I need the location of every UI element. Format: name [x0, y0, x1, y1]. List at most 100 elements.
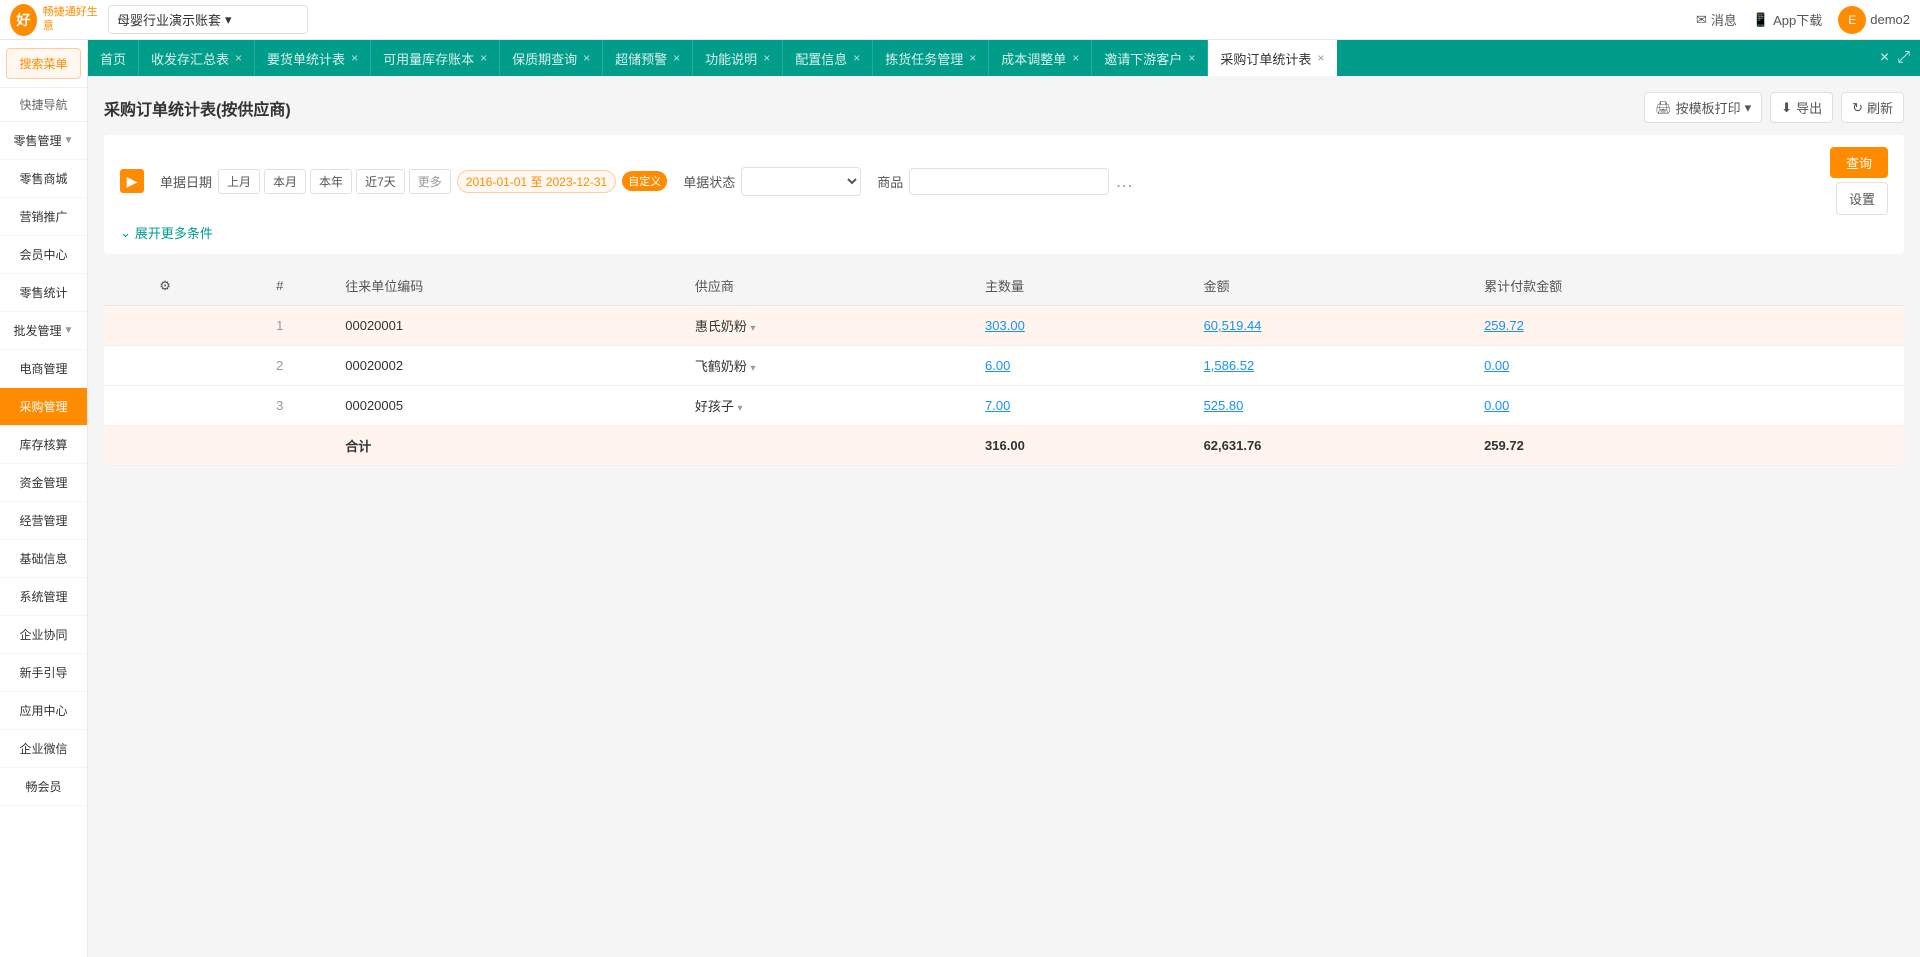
expand-conditions-button[interactable]: ⌄ 展开更多条件	[120, 223, 1888, 242]
sidebar-item-label: 新手引导	[19, 664, 67, 681]
status-select[interactable]	[741, 167, 861, 196]
tab-close-icon[interactable]: ×	[583, 51, 590, 65]
quick-nav-button[interactable]: 快捷导航	[0, 88, 87, 122]
tab-caigoudingdan[interactable]: 采购订单统计表 ×	[1208, 40, 1337, 76]
filter-section: ▶ 单据日期 上月 本月 本年 近7天 更多 2016-01-	[104, 135, 1904, 254]
tab-label: 首页	[100, 49, 126, 68]
goods-input[interactable]	[909, 168, 1109, 195]
sidebar-item-marketing[interactable]: 营销推广	[0, 198, 87, 236]
sidebar-item-system[interactable]: 系统管理	[0, 578, 87, 616]
sidebar-item-stock[interactable]: 库存核算	[0, 426, 87, 464]
tab-close-icon[interactable]: ×	[969, 51, 976, 65]
row-settings-cell	[104, 346, 226, 386]
row-qty-cell[interactable]: 6.00	[973, 346, 1192, 386]
tab-close-icon[interactable]: ×	[763, 51, 770, 65]
summary-paid-cell: 259.72	[1472, 426, 1822, 466]
content-area: 采购订单统计表(按供应商) 🖨 按模板打印 ▾ ⬇ 导出 ↻	[88, 76, 1920, 957]
sidebar-item-wholesale[interactable]: 批发管理 ▼	[0, 312, 87, 350]
tab-close-icon[interactable]: ×	[480, 51, 487, 65]
tab-expand-icon[interactable]: ⤢	[1895, 47, 1912, 69]
col-settings-header[interactable]: ⚙	[104, 266, 226, 306]
tab-peizhi[interactable]: 配置信息 ×	[783, 40, 873, 76]
sidebar-item-label: 零售商城	[19, 170, 67, 187]
tab-close-icon[interactable]: ×	[351, 51, 358, 65]
search-menu-button[interactable]: 搜索菜单	[6, 48, 81, 79]
sidebar-item-retail-shop[interactable]: 零售商城	[0, 160, 87, 198]
date-more-button[interactable]: 更多	[409, 169, 451, 194]
sidebar-item-purchase[interactable]: 采购管理	[0, 388, 87, 426]
tab-baoyuanxuncha[interactable]: 保质期查询 ×	[500, 40, 603, 76]
sidebar-item-retail[interactable]: 零售管理 ▼	[0, 122, 87, 160]
summary-amount-cell: 62,631.76	[1192, 426, 1473, 466]
summary-qty-cell: 316.00	[973, 426, 1192, 466]
supplier-expand-icon[interactable]: ▾	[738, 403, 743, 414]
filter-toggle-button[interactable]: ▶	[120, 169, 144, 193]
sidebar-item-label: 批发管理	[14, 322, 62, 339]
sidebar-item-retail-stat[interactable]: 零售统计	[0, 274, 87, 312]
sidebar-item-ops[interactable]: 经营管理	[0, 502, 87, 540]
sidebar-item-ecom[interactable]: 电商管理	[0, 350, 87, 388]
main-layout: 搜索菜单 快捷导航 零售管理 ▼ 零售商城 营销推广 会员中心 零售统计 批发管…	[0, 40, 1920, 957]
workspace-selector[interactable]: 母婴行业演示账套 ▾	[108, 5, 308, 34]
row-paid-cell[interactable]: 0.00	[1472, 346, 1822, 386]
row-amount-cell[interactable]: 1,586.52	[1192, 346, 1473, 386]
row-amount-cell[interactable]: 525.80	[1192, 386, 1473, 426]
refresh-button[interactable]: ↻ 刷新	[1841, 92, 1904, 123]
print-label: 按模板打印	[1676, 98, 1741, 117]
tab-gongneng[interactable]: 功能说明 ×	[693, 40, 783, 76]
tab-yaohuodanjitong[interactable]: 要货单统计表 ×	[255, 40, 371, 76]
date-7days-button[interactable]: 近7天	[356, 169, 405, 194]
date-this-month-button[interactable]: 本月	[264, 169, 306, 194]
tab-paihuorenwu[interactable]: 拣货任务管理 ×	[873, 40, 989, 76]
settings-col-icon[interactable]: ⚙	[159, 278, 171, 293]
row-settings-cell	[104, 386, 226, 426]
supplier-expand-icon[interactable]: ▾	[751, 363, 756, 374]
sidebar-item-member[interactable]: 会员中心	[0, 236, 87, 274]
message-action[interactable]: ✉ 消息	[1696, 10, 1737, 29]
col-index-header: #	[226, 266, 333, 306]
tab-close-icon[interactable]: ×	[1188, 51, 1195, 65]
settings-button[interactable]: 设置	[1836, 182, 1888, 215]
tab-chenben[interactable]: 成本调整单 ×	[989, 40, 1092, 76]
row-extra-cell	[1822, 386, 1904, 426]
user-area[interactable]: E demo2	[1838, 6, 1910, 34]
row-paid-cell[interactable]: 0.00	[1472, 386, 1822, 426]
sidebar-item-corp[interactable]: 企业协同	[0, 616, 87, 654]
tab-yaoqing[interactable]: 邀请下游客户 ×	[1092, 40, 1208, 76]
row-code-cell: 00020002	[333, 346, 683, 386]
tab-shoufahuizong[interactable]: 收发存汇总表 ×	[139, 40, 255, 76]
sidebar-item-finance[interactable]: 资金管理	[0, 464, 87, 502]
more-options-icon[interactable]: …	[1115, 171, 1133, 192]
workspace-label: 母婴行业演示账套	[117, 10, 221, 29]
tab-close-icon[interactable]: ×	[853, 51, 860, 65]
tab-chaochu[interactable]: 超储预警 ×	[603, 40, 693, 76]
row-amount-cell[interactable]: 60,519.44	[1192, 306, 1473, 346]
print-chevron-icon: ▾	[1745, 100, 1752, 116]
row-paid-cell[interactable]: 259.72	[1472, 306, 1822, 346]
tab-label: 拣货任务管理	[885, 49, 963, 68]
sidebar-item-appcenter[interactable]: 应用中心	[0, 692, 87, 730]
tab-close-icon[interactable]: ×	[1072, 51, 1079, 65]
sidebar-item-vip[interactable]: 畅会员	[0, 768, 87, 806]
date-last-month-button[interactable]: 上月	[218, 169, 260, 194]
tab-close-icon[interactable]: ×	[235, 51, 242, 65]
tab-home[interactable]: 首页	[88, 40, 139, 76]
print-button[interactable]: 🖨 按模板打印 ▾	[1644, 92, 1762, 123]
tab-close-icon[interactable]: ×	[1317, 51, 1324, 65]
phone-icon: 📱	[1753, 12, 1769, 28]
date-this-year-button[interactable]: 本年	[310, 169, 352, 194]
tab-close-all-icon[interactable]: ×	[1878, 47, 1891, 69]
sidebar-item-newguide[interactable]: 新手引导	[0, 654, 87, 692]
app-download-action[interactable]: 📱 App下载	[1753, 10, 1822, 29]
supplier-expand-icon[interactable]: ▾	[751, 323, 756, 334]
sidebar-item-base[interactable]: 基础信息	[0, 540, 87, 578]
query-button[interactable]: 查询	[1830, 147, 1888, 178]
data-table: ⚙ # 往来单位编码 供应商 主数量 金额 累计付款金额	[104, 266, 1904, 466]
sidebar-item-corpwx[interactable]: 企业微信	[0, 730, 87, 768]
export-button[interactable]: ⬇ 导出	[1770, 92, 1833, 123]
tab-close-icon[interactable]: ×	[673, 51, 680, 65]
tab-keyongliang[interactable]: 可用量库存账本 ×	[371, 40, 500, 76]
row-qty-cell[interactable]: 303.00	[973, 306, 1192, 346]
row-qty-cell[interactable]: 7.00	[973, 386, 1192, 426]
table-header-row: ⚙ # 往来单位编码 供应商 主数量 金额 累计付款金额	[104, 266, 1904, 306]
